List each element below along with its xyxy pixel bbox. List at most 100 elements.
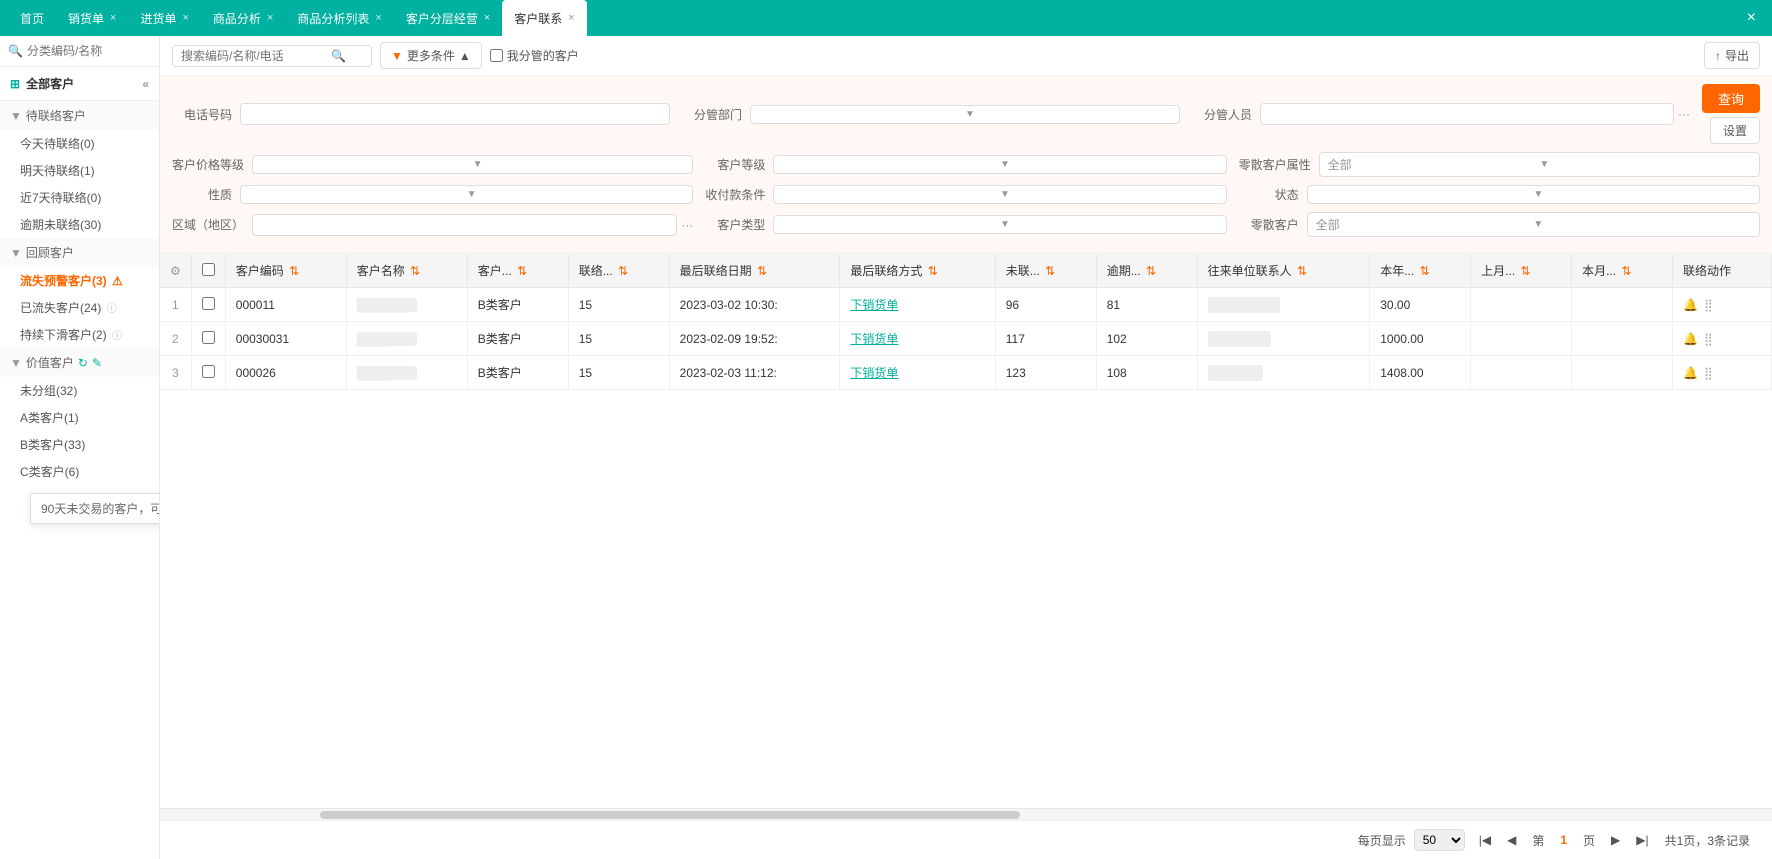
col-overdue-header[interactable]: 逾期... ⇅ xyxy=(1096,254,1197,288)
customer-level-select[interactable]: ▼ xyxy=(773,155,1226,174)
tab-customer-contact[interactable]: 客户联系 × xyxy=(502,0,586,36)
tab-close-sales[interactable]: × xyxy=(110,12,116,24)
tab-product-list[interactable]: 商品分析列表 × xyxy=(285,0,393,36)
col-customer-code-header[interactable]: 客户编码 ⇅ xyxy=(225,254,346,288)
next-page-btn[interactable]: ▶ xyxy=(1605,831,1626,849)
row-last-method-link[interactable]: 下销货单 xyxy=(850,332,898,346)
sidebar-item-c-class[interactable]: C类客户(6) xyxy=(0,458,159,485)
select-all-checkbox[interactable] xyxy=(202,263,215,276)
my-customers-checkbox[interactable] xyxy=(490,49,503,62)
action-more-icon[interactable]: ⣿ xyxy=(1704,332,1713,346)
sidebar-item-a-class[interactable]: A类客户(1) xyxy=(0,404,159,431)
col-not-contacted-header[interactable]: 未联... ⇅ xyxy=(995,254,1096,288)
sidebar-collapse-btn[interactable]: « xyxy=(142,77,149,91)
region-more-icon[interactable]: ··· xyxy=(681,218,693,232)
col-checkbox-header[interactable] xyxy=(191,254,225,288)
col-last-month-header[interactable]: 上月... ⇅ xyxy=(1471,254,1572,288)
row-checkbox[interactable] xyxy=(202,365,215,378)
search-input[interactable] xyxy=(181,49,331,63)
col-contact-person-header[interactable]: 往来单位联系人 ⇅ xyxy=(1197,254,1370,288)
sort-icon-last-method: ⇅ xyxy=(928,264,938,278)
scrollbar-thumb[interactable] xyxy=(320,811,1020,819)
sidebar-section-pending[interactable]: ▼ 待联络客户 xyxy=(0,101,159,130)
col-this-year-header[interactable]: 本年... ⇅ xyxy=(1370,254,1471,288)
row-type: B类客户 xyxy=(467,288,568,322)
edit-icon[interactable]: ✎ xyxy=(92,356,102,370)
sidebar-item-b-class[interactable]: B类客户(33) xyxy=(0,431,159,458)
tab-product-analysis[interactable]: 商品分析 × xyxy=(201,0,285,36)
tab-close-product-list[interactable]: × xyxy=(375,12,381,24)
col-settings-header[interactable]: ⚙ xyxy=(160,254,191,288)
close-all-button[interactable]: × xyxy=(1739,9,1764,27)
filter-field-zero-attr: 零散客户属性 全部 ▼ xyxy=(1239,152,1760,177)
phone-input[interactable] xyxy=(240,103,670,125)
col-last-date-header[interactable]: 最后联络日期 ⇅ xyxy=(669,254,840,288)
person-more-icon[interactable]: ··· xyxy=(1678,107,1690,121)
row-checkbox-cell[interactable] xyxy=(191,322,225,356)
sort-icon-last-month: ⇅ xyxy=(1521,264,1531,278)
last-page-btn[interactable]: ▶| xyxy=(1630,831,1654,849)
row-checkbox-cell[interactable] xyxy=(191,288,225,322)
person-input[interactable] xyxy=(1260,103,1674,125)
sidebar-item-churned[interactable]: 已流失客户(24) ⓘ xyxy=(0,294,159,321)
tab-purchase[interactable]: 进货单 × xyxy=(128,0,200,36)
my-customers-checkbox-label[interactable]: 我分管的客户 xyxy=(490,47,579,64)
region-input[interactable] xyxy=(252,214,677,236)
payment-select[interactable]: ▼ xyxy=(773,185,1226,204)
zero-attr-select[interactable]: 全部 ▼ xyxy=(1319,152,1760,177)
price-level-select[interactable]: ▼ xyxy=(252,155,693,174)
col-contact-header[interactable]: 联络... ⇅ xyxy=(568,254,669,288)
action-more-icon[interactable]: ⣿ xyxy=(1704,298,1713,312)
row-last-method-link[interactable]: 下销货单 xyxy=(850,298,898,312)
zero-customer-select[interactable]: 全部 ▼ xyxy=(1307,212,1760,237)
horizontal-scrollbar[interactable] xyxy=(160,808,1772,820)
row-last-month xyxy=(1471,322,1572,356)
action-contact-icon[interactable]: 🔔 xyxy=(1683,366,1698,380)
row-checkbox-cell[interactable] xyxy=(191,356,225,390)
row-checkbox[interactable] xyxy=(202,331,215,344)
first-page-btn[interactable]: |◀ xyxy=(1473,831,1497,849)
sidebar-section-value[interactable]: ▼ 价值客户 ↻ ✎ xyxy=(0,348,159,377)
sidebar-search-input[interactable] xyxy=(27,44,160,58)
tab-close-product-analysis[interactable]: × xyxy=(267,12,273,24)
sidebar-root[interactable]: ⊞ 全部客户 « xyxy=(0,67,159,101)
sidebar-item-declining[interactable]: 持续下滑客户(2) ⓘ xyxy=(0,321,159,348)
sidebar-section-review[interactable]: ▼ 回顾客户 xyxy=(0,238,159,267)
action-more-icon[interactable]: ⣿ xyxy=(1704,366,1713,380)
col-customer-name-header[interactable]: 客户名称 ⇅ xyxy=(346,254,467,288)
tab-close-customer-tier[interactable]: × xyxy=(484,12,490,24)
action-contact-icon[interactable]: 🔔 xyxy=(1683,298,1698,312)
dept-select[interactable]: ▼ xyxy=(750,105,1180,124)
sidebar-item-churn-warning[interactable]: 流失预警客户(3) ⚠ xyxy=(0,267,159,294)
tab-close-customer-contact[interactable]: × xyxy=(568,12,574,24)
tab-customer-tier[interactable]: 客户分层经营 × xyxy=(394,0,502,36)
sidebar-item-today[interactable]: 今天待联络(0) xyxy=(0,130,159,157)
sidebar-item-7days[interactable]: 近7天待联络(0) xyxy=(0,184,159,211)
row-checkbox[interactable] xyxy=(202,297,215,310)
sidebar-item-overdue[interactable]: 逾期未联络(30) xyxy=(0,211,159,238)
customer-type-select[interactable]: ▼ xyxy=(773,215,1226,234)
prev-page-btn[interactable]: ◀ xyxy=(1501,831,1522,849)
status-select[interactable]: ▼ xyxy=(1307,185,1760,204)
tab-home[interactable]: 首页 xyxy=(8,0,56,36)
gear-icon[interactable]: ⚙ xyxy=(170,264,181,278)
export-button[interactable]: ↑ 导出 xyxy=(1704,42,1760,69)
col-customer-type-header[interactable]: 客户... ⇅ xyxy=(467,254,568,288)
action-contact-icon[interactable]: 🔔 xyxy=(1683,332,1698,346)
settings-button[interactable]: 设置 xyxy=(1710,117,1760,144)
nature-select[interactable]: ▼ xyxy=(240,185,693,204)
search-icon[interactable]: 🔍 xyxy=(331,49,346,63)
refresh-icon[interactable]: ↻ xyxy=(78,356,88,370)
content-area: 🔍 ▼ 更多条件 ▲ 我分管的客户 ↑ 导出 电话号码 xyxy=(160,36,1772,859)
page-size-select[interactable]: 50 100 xyxy=(1414,829,1465,851)
row-last-method-link[interactable]: 下销货单 xyxy=(850,366,898,380)
sidebar-item-unclassified[interactable]: 未分组(32) xyxy=(0,377,159,404)
col-this-month-header[interactable]: 本月... ⇅ xyxy=(1572,254,1673,288)
tab-close-purchase[interactable]: × xyxy=(182,12,188,24)
query-button[interactable]: 查询 xyxy=(1702,84,1760,113)
tab-sales[interactable]: 销货单 × xyxy=(56,0,128,36)
col-last-method-header[interactable]: 最后联络方式 ⇅ xyxy=(840,254,995,288)
more-conditions-btn[interactable]: ▼ 更多条件 ▲ xyxy=(380,42,482,69)
sidebar-item-tomorrow[interactable]: 明天待联络(1) xyxy=(0,157,159,184)
info-icon: ⓘ xyxy=(107,304,117,315)
